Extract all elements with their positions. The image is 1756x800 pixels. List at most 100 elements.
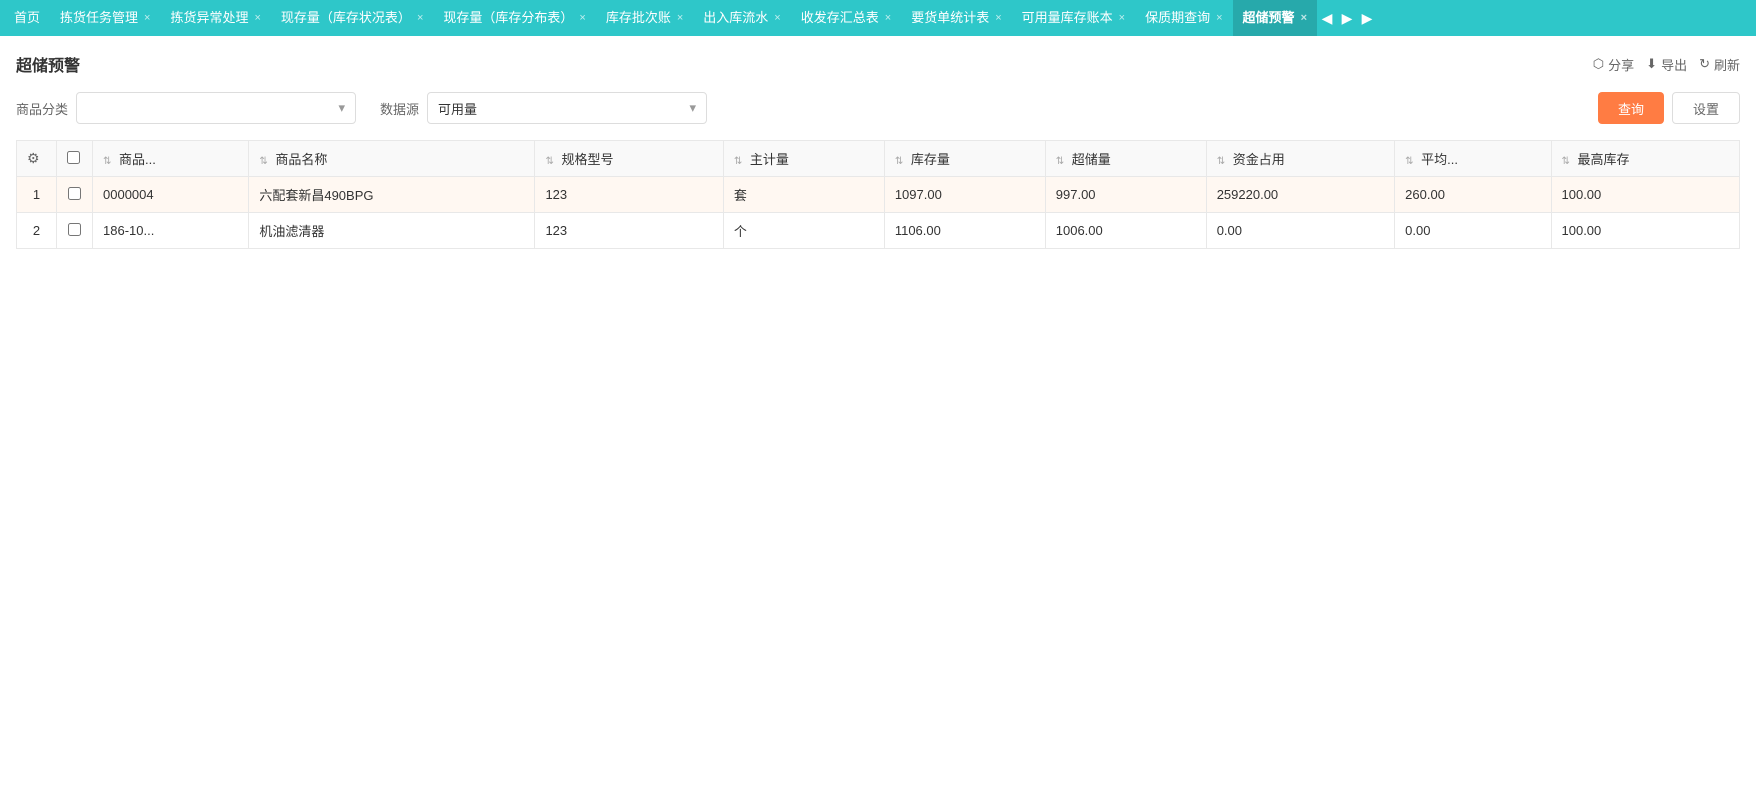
row-checkbox-cell (57, 213, 93, 249)
close-icon[interactable]: × (579, 0, 585, 36)
datasource-select-value: 可用量 (438, 99, 477, 118)
sort-icon: ⇅ (895, 156, 903, 167)
th-product-name[interactable]: ⇅ 商品名称 (249, 141, 535, 177)
cell-spec: 123 (535, 177, 723, 213)
th-unit[interactable]: ⇅ 主计量 (723, 141, 884, 177)
row-number: 1 (17, 177, 57, 213)
nav-prev-button[interactable]: ◀ (1317, 0, 1337, 36)
share-icon: ⬡ (1593, 56, 1604, 72)
sort-icon: ⇅ (545, 156, 553, 167)
cell-unit: 个 (723, 213, 884, 249)
table-header-row: ⚙ ⇅ 商品... ⇅ 商品名称 ⇅ 规格型号 ⇅ (17, 141, 1740, 177)
datasource-label: 数据源 (380, 99, 419, 118)
table-row: 1 0000004 六配套新昌490BPG 123 套 1097.00 997.… (17, 177, 1740, 213)
refresh-icon: ↻ (1699, 56, 1710, 72)
nav-overstock-warning[interactable]: 超储预警 × (1233, 0, 1317, 36)
cell-avg: 260.00 (1395, 177, 1551, 213)
row-number: 2 (17, 213, 57, 249)
table-row: 2 186-10... 机油滤清器 123 个 1106.00 1006.00 … (17, 213, 1740, 249)
row-checkbox-cell (57, 177, 93, 213)
cell-overstock: 1006.00 (1045, 213, 1206, 249)
close-icon[interactable]: × (885, 0, 891, 36)
close-icon[interactable]: × (995, 0, 1001, 36)
query-button[interactable]: 查询 (1598, 92, 1664, 124)
sort-icon: ⇅ (103, 156, 111, 167)
nav-stock-status[interactable]: 现存量（库存状况表） × (271, 0, 433, 36)
th-spec[interactable]: ⇅ 规格型号 (535, 141, 723, 177)
th-product-code[interactable]: ⇅ 商品... (93, 141, 249, 177)
cell-product-name: 机油滤清器 (249, 213, 535, 249)
settings-button[interactable]: 设置 (1672, 92, 1740, 124)
sort-icon: ⇅ (259, 156, 267, 167)
close-icon[interactable]: × (1301, 0, 1307, 36)
close-icon[interactable]: × (1119, 0, 1125, 36)
refresh-button[interactable]: ↻ 刷新 (1699, 55, 1740, 74)
th-capital[interactable]: ⇅ 资金占用 (1206, 141, 1394, 177)
datasource-filter-group: 数据源 可用量 ▾ (380, 92, 707, 124)
nav-order-stats[interactable]: 要货单统计表 × (901, 0, 1011, 36)
th-checkbox (57, 141, 93, 177)
sort-icon: ⇅ (1217, 156, 1225, 167)
nav-pick-task[interactable]: 拣货任务管理 × (50, 0, 160, 36)
cell-product-name: 六配套新昌490BPG (249, 177, 535, 213)
th-stock[interactable]: ⇅ 库存量 (884, 141, 1045, 177)
close-icon[interactable]: × (417, 0, 423, 36)
category-label: 商品分类 (16, 99, 68, 118)
cell-overstock: 997.00 (1045, 177, 1206, 213)
cell-capital: 259220.00 (1206, 177, 1394, 213)
filter-actions: 查询 设置 (1598, 92, 1740, 124)
nav-next-button[interactable]: ▶ (1337, 0, 1357, 36)
sort-icon: ⇅ (1562, 156, 1570, 167)
chevron-down-icon: ▾ (338, 100, 345, 116)
nav-inout-flow[interactable]: 出入库流水 × (693, 0, 790, 36)
filter-bar: 商品分类 ▾ 数据源 可用量 ▾ 查询 设置 (16, 92, 1740, 124)
nav-available-stock[interactable]: 可用量库存账本 × (1012, 0, 1135, 36)
gear-icon[interactable]: ⚙ (27, 150, 40, 166)
top-navigation: 首页 拣货任务管理 × 拣货异常处理 × 现存量（库存状况表） × 现存量（库存… (0, 0, 1756, 36)
close-icon[interactable]: × (144, 0, 150, 36)
nav-pick-abnormal[interactable]: 拣货异常处理 × (160, 0, 270, 36)
nav-receive-summary[interactable]: 收发存汇总表 × (791, 0, 901, 36)
nav-batch-account[interactable]: 库存批次账 × (596, 0, 693, 36)
cell-unit: 套 (723, 177, 884, 213)
cell-spec: 123 (535, 213, 723, 249)
th-avg[interactable]: ⇅ 平均... (1395, 141, 1551, 177)
nav-expiry-query[interactable]: 保质期查询 × (1135, 0, 1232, 36)
export-button[interactable]: ⬇ 导出 (1646, 55, 1687, 74)
page-title: 超储预警 (16, 52, 80, 76)
nav-home[interactable]: 首页 (4, 0, 50, 36)
sort-icon: ⇅ (734, 156, 742, 167)
cell-max-stock: 100.00 (1551, 213, 1740, 249)
header-actions: ⬡ 分享 ⬇ 导出 ↻ 刷新 (1593, 55, 1740, 74)
category-filter-group: 商品分类 ▾ (16, 92, 356, 124)
share-button[interactable]: ⬡ 分享 (1593, 55, 1634, 74)
cell-stock: 1097.00 (884, 177, 1045, 213)
th-max-stock[interactable]: ⇅ 最高库存 (1551, 141, 1740, 177)
page-content: 超储预警 ⬡ 分享 ⬇ 导出 ↻ 刷新 商品分类 ▾ 数据源 (0, 36, 1756, 800)
data-table: ⚙ ⇅ 商品... ⇅ 商品名称 ⇅ 规格型号 ⇅ (16, 140, 1740, 249)
category-select[interactable]: ▾ (76, 92, 356, 124)
close-icon[interactable]: × (254, 0, 260, 36)
th-overstock[interactable]: ⇅ 超储量 (1045, 141, 1206, 177)
close-icon[interactable]: × (677, 0, 683, 36)
cell-max-stock: 100.00 (1551, 177, 1740, 213)
sort-icon: ⇅ (1405, 156, 1413, 167)
row-checkbox[interactable] (68, 187, 81, 200)
close-icon[interactable]: × (1216, 0, 1222, 36)
cell-avg: 0.00 (1395, 213, 1551, 249)
select-all-checkbox[interactable] (67, 151, 80, 164)
page-header: 超储预警 ⬡ 分享 ⬇ 导出 ↻ 刷新 (16, 52, 1740, 76)
cell-product-code: 0000004 (93, 177, 249, 213)
sort-icon: ⇅ (1056, 156, 1064, 167)
datasource-select[interactable]: 可用量 ▾ (427, 92, 707, 124)
cell-capital: 0.00 (1206, 213, 1394, 249)
export-icon: ⬇ (1646, 56, 1657, 72)
chevron-down-icon: ▾ (690, 100, 697, 116)
row-checkbox[interactable] (68, 223, 81, 236)
th-gear[interactable]: ⚙ (17, 141, 57, 177)
cell-product-code: 186-10... (93, 213, 249, 249)
nav-stock-dist[interactable]: 现存量（库存分布表） × (433, 0, 595, 36)
cell-stock: 1106.00 (884, 213, 1045, 249)
close-icon[interactable]: × (774, 0, 780, 36)
nav-more-button[interactable]: ▶ (1357, 0, 1377, 36)
